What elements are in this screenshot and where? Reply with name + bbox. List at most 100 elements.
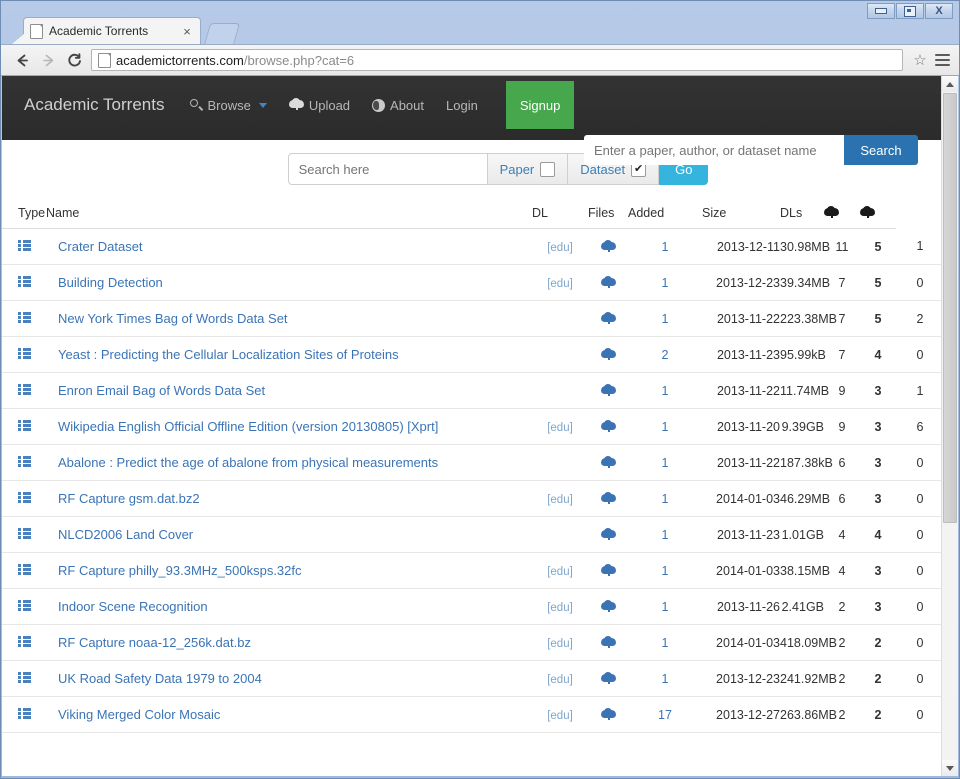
torrent-name-link[interactable]: UK Road Safety Data 1979 to 2004 bbox=[46, 671, 262, 686]
column-header-leechers[interactable] bbox=[860, 198, 896, 229]
table-row[interactable]: RF Capture noaa-12_256k.dat.bz[edu]12014… bbox=[2, 625, 944, 661]
new-tab-button[interactable] bbox=[204, 23, 240, 45]
file-count[interactable]: 2 bbox=[662, 348, 669, 362]
torrent-name-link[interactable]: Indoor Scene Recognition bbox=[46, 599, 208, 614]
cloud-download-icon[interactable] bbox=[601, 601, 616, 614]
torrent-name-link[interactable]: RF Capture gsm.dat.bz2 bbox=[46, 491, 200, 506]
paper-checkbox-group[interactable]: Paper bbox=[488, 153, 569, 185]
row-type-cell bbox=[2, 553, 46, 589]
address-bar[interactable]: academictorrents.com/browse.php?cat=6 bbox=[91, 49, 903, 71]
file-count[interactable]: 1 bbox=[662, 672, 669, 686]
file-count[interactable]: 1 bbox=[662, 600, 669, 614]
column-header-type[interactable]: Type bbox=[2, 198, 46, 229]
signup-button[interactable]: Signup bbox=[506, 81, 574, 129]
edu-badge[interactable]: [edu] bbox=[547, 566, 573, 578]
column-header-seeders[interactable] bbox=[824, 198, 860, 229]
nav-item-about[interactable]: About bbox=[372, 98, 424, 113]
file-count[interactable]: 1 bbox=[662, 276, 669, 290]
cloud-download-icon[interactable] bbox=[601, 421, 616, 434]
edu-badge[interactable]: [edu] bbox=[547, 674, 573, 686]
scroll-up-button[interactable] bbox=[942, 76, 958, 92]
torrent-name-link[interactable]: Wikipedia English Official Offline Editi… bbox=[46, 419, 438, 434]
edu-badge[interactable]: [edu] bbox=[547, 278, 573, 290]
table-row[interactable]: Indoor Scene Recognition[edu]12013-11-26… bbox=[2, 589, 944, 625]
file-count[interactable]: 17 bbox=[658, 708, 672, 722]
column-header-name[interactable]: Name bbox=[46, 198, 532, 229]
cloud-download-icon[interactable] bbox=[601, 277, 616, 290]
torrent-name-link[interactable]: RF Capture noaa-12_256k.dat.bz bbox=[46, 635, 251, 650]
edu-badge[interactable]: [edu] bbox=[547, 638, 573, 650]
edu-badge[interactable]: [edu] bbox=[547, 710, 573, 722]
file-count[interactable]: 1 bbox=[662, 456, 669, 470]
site-brand[interactable]: Academic Torrents bbox=[24, 95, 164, 115]
reload-button[interactable] bbox=[61, 47, 87, 73]
cloud-download-icon[interactable] bbox=[601, 457, 616, 470]
browser-tab[interactable]: Academic Torrents × bbox=[23, 17, 201, 44]
table-row[interactable]: Wikipedia English Official Offline Editi… bbox=[2, 409, 944, 445]
nav-item-login[interactable]: Login bbox=[446, 98, 478, 113]
table-row[interactable]: Enron Email Bag of Words Data Set12013-1… bbox=[2, 373, 944, 409]
table-row[interactable]: Abalone : Predict the age of abalone fro… bbox=[2, 445, 944, 481]
header-search-button[interactable]: Search bbox=[844, 135, 918, 165]
table-row[interactable]: NLCD2006 Land Cover12013-11-231.01GB440 bbox=[2, 517, 944, 553]
bookmark-star-icon[interactable]: ☆ bbox=[909, 49, 931, 71]
torrent-name-link[interactable]: RF Capture philly_93.3MHz_500ksps.32fc bbox=[46, 563, 302, 578]
row-dls-cell: 2 bbox=[824, 589, 860, 625]
nav-item-browse[interactable]: Browse bbox=[190, 98, 266, 113]
torrent-name-link[interactable]: NLCD2006 Land Cover bbox=[46, 527, 193, 542]
torrent-name-link[interactable]: New York Times Bag of Words Data Set bbox=[46, 311, 288, 326]
cloud-download-icon[interactable] bbox=[601, 349, 616, 362]
torrent-name-link[interactable]: Building Detection bbox=[46, 275, 163, 290]
table-row[interactable]: RF Capture gsm.dat.bz2[edu]12014-01-0346… bbox=[2, 481, 944, 517]
file-count[interactable]: 1 bbox=[662, 492, 669, 506]
paper-checkbox[interactable] bbox=[540, 162, 555, 177]
column-header-added[interactable]: Added bbox=[628, 198, 702, 229]
cloud-download-icon[interactable] bbox=[601, 565, 616, 578]
cloud-download-icon[interactable] bbox=[601, 385, 616, 398]
torrent-name-link[interactable]: Crater Dataset bbox=[46, 239, 143, 254]
cloud-download-icon[interactable] bbox=[601, 313, 616, 326]
file-count[interactable]: 1 bbox=[662, 240, 669, 254]
search-input[interactable] bbox=[288, 153, 488, 185]
file-count[interactable]: 1 bbox=[662, 564, 669, 578]
table-row[interactable]: UK Road Safety Data 1979 to 2004[edu]120… bbox=[2, 661, 944, 697]
column-header-dl[interactable]: DL bbox=[532, 198, 588, 229]
scroll-down-button[interactable] bbox=[942, 760, 958, 776]
tab-close-icon[interactable]: × bbox=[180, 24, 194, 38]
table-row[interactable]: Crater Dataset[edu]12013-12-1130.98MB115… bbox=[2, 229, 944, 265]
torrent-name-link[interactable]: Viking Merged Color Mosaic bbox=[46, 707, 220, 722]
cloud-download-icon[interactable] bbox=[601, 493, 616, 506]
table-row[interactable]: Viking Merged Color Mosaic[edu]172013-12… bbox=[2, 697, 944, 733]
scrollbar-thumb[interactable] bbox=[943, 93, 957, 523]
edu-badge[interactable]: [edu] bbox=[547, 602, 573, 614]
edu-badge[interactable]: [edu] bbox=[547, 422, 573, 434]
cloud-download-icon[interactable] bbox=[601, 637, 616, 650]
cloud-download-icon[interactable] bbox=[601, 709, 616, 722]
edu-badge[interactable]: [edu] bbox=[547, 242, 573, 254]
vertical-scrollbar[interactable] bbox=[941, 76, 958, 776]
table-row[interactable]: New York Times Bag of Words Data Set1201… bbox=[2, 301, 944, 337]
edu-badge[interactable]: [edu] bbox=[547, 494, 573, 506]
table-row[interactable]: Yeast : Predicting the Cellular Localiza… bbox=[2, 337, 944, 373]
menu-icon[interactable] bbox=[931, 49, 951, 71]
torrent-name-link[interactable]: Abalone : Predict the age of abalone fro… bbox=[46, 455, 438, 470]
forward-button[interactable] bbox=[35, 47, 61, 73]
column-header-files[interactable]: Files bbox=[588, 198, 628, 229]
cloud-download-icon[interactable] bbox=[601, 673, 616, 686]
table-row[interactable]: Building Detection[edu]12013-12-2339.34M… bbox=[2, 265, 944, 301]
file-count[interactable]: 1 bbox=[662, 384, 669, 398]
torrent-name-link[interactable]: Enron Email Bag of Words Data Set bbox=[46, 383, 265, 398]
column-header-size[interactable]: Size bbox=[702, 198, 780, 229]
cloud-download-icon[interactable] bbox=[601, 241, 616, 254]
cloud-download-icon[interactable] bbox=[601, 529, 616, 542]
nav-item-upload[interactable]: Upload bbox=[289, 98, 350, 113]
file-count[interactable]: 1 bbox=[662, 312, 669, 326]
column-header-dls[interactable]: DLs bbox=[780, 198, 824, 229]
file-count[interactable]: 1 bbox=[662, 528, 669, 542]
table-row[interactable]: RF Capture philly_93.3MHz_500ksps.32fc [e… bbox=[2, 553, 944, 589]
file-count[interactable]: 1 bbox=[662, 636, 669, 650]
back-button[interactable] bbox=[9, 47, 35, 73]
file-count[interactable]: 1 bbox=[662, 420, 669, 434]
torrent-name-link[interactable]: Yeast : Predicting the Cellular Localiza… bbox=[46, 347, 399, 362]
header-search-input[interactable] bbox=[584, 135, 844, 165]
